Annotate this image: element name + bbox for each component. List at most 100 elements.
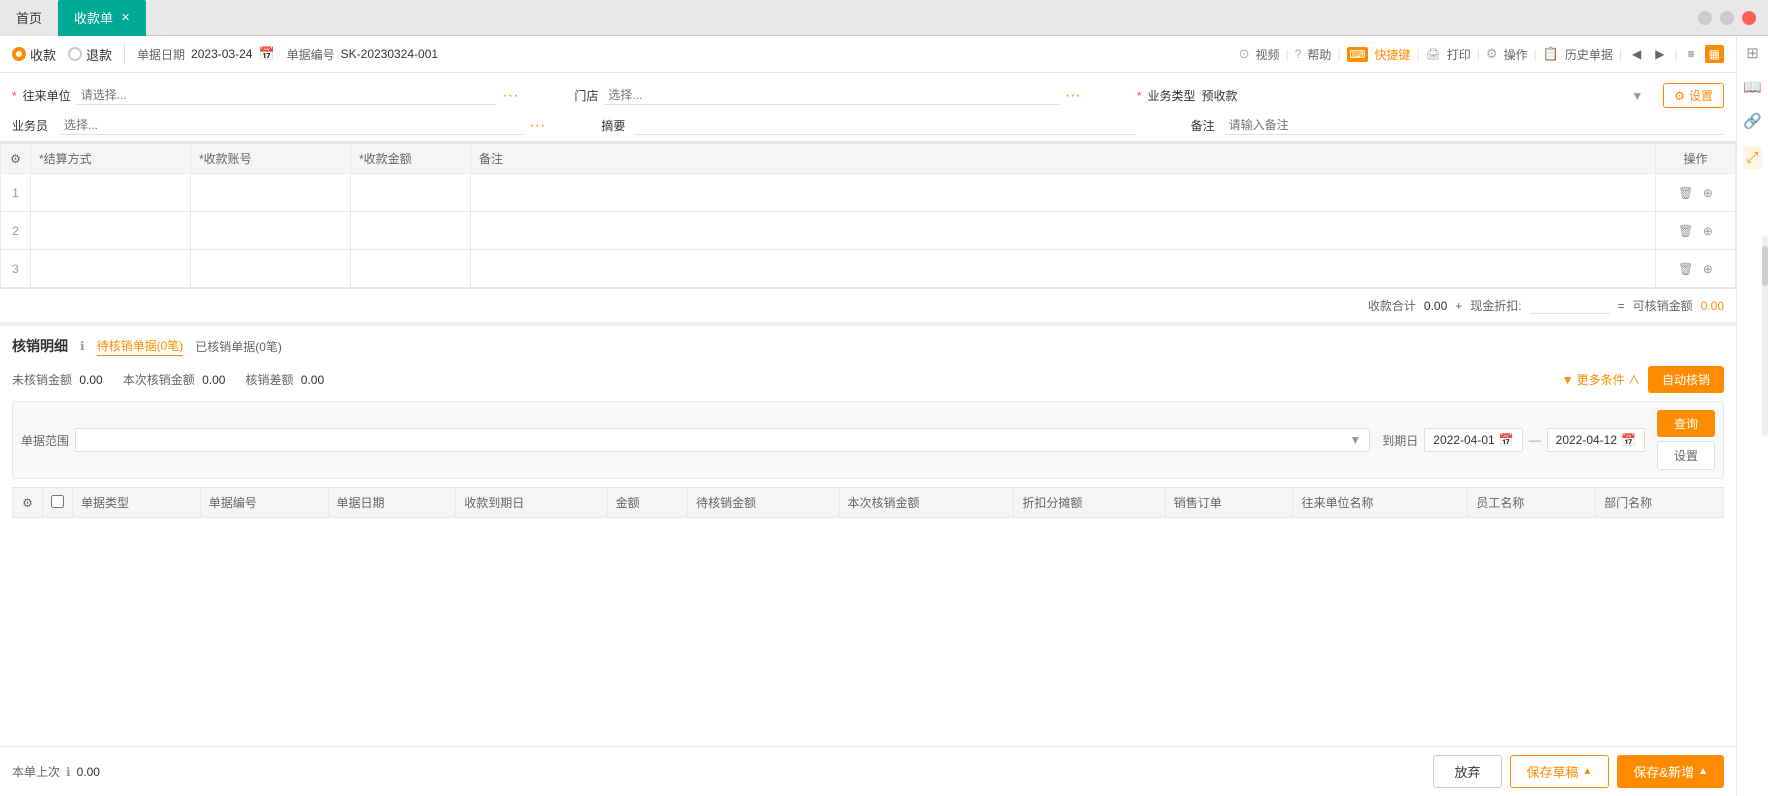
- filter-icon: ▼: [1562, 373, 1574, 387]
- vth-amount: 金额: [607, 488, 688, 518]
- save-draft-btn[interactable]: 保存草稿 ▲: [1510, 755, 1610, 788]
- draft-arrow: ▲: [1583, 766, 1593, 777]
- help-btn[interactable]: 帮助: [1307, 46, 1331, 63]
- auto-verify-btn[interactable]: 自动核销: [1648, 366, 1724, 393]
- summary-input[interactable]: [635, 116, 1134, 135]
- row-action-2: 🗑 ⊕: [1656, 212, 1736, 250]
- account-input-2[interactable]: [191, 212, 350, 249]
- row-amount-1[interactable]: [351, 174, 471, 212]
- staff-more-icon[interactable]: ···: [529, 117, 545, 135]
- row-settlement-3[interactable]: [31, 250, 191, 288]
- counterparty-label-text: 往来单位: [23, 87, 71, 104]
- amount-input-2[interactable]: [351, 212, 470, 249]
- ops-btn[interactable]: 操作: [1504, 46, 1528, 63]
- book-sidebar-icon[interactable]: 📖: [1743, 78, 1762, 96]
- win-close-btn[interactable]: [1742, 11, 1756, 25]
- radio-receipt[interactable]: 收款: [12, 45, 56, 64]
- more-conditions-btn[interactable]: ▼ 更多条件 ∧: [1562, 371, 1640, 388]
- nav-prev-btn[interactable]: ◀: [1628, 47, 1645, 61]
- vth-checkbox[interactable]: [43, 488, 73, 518]
- th-gear[interactable]: ⚙: [1, 144, 31, 174]
- divider-1: [124, 44, 125, 64]
- date-to[interactable]: 2022-04-12 📅: [1547, 428, 1645, 452]
- settlement-input-3[interactable]: [31, 250, 190, 287]
- th-amount: *收款金额: [351, 144, 471, 174]
- scroll-track[interactable]: [1762, 236, 1768, 436]
- win-min-btn[interactable]: [1698, 11, 1712, 25]
- business-required: *: [1137, 89, 1142, 103]
- verify-header: 核销明细 ℹ 待核销单据(0笔) 已核销单据(0笔): [12, 326, 1724, 362]
- session-info-icon[interactable]: ℹ: [66, 765, 71, 779]
- copy-icon-3[interactable]: ⊕: [1703, 262, 1713, 276]
- account-input-1[interactable]: [191, 174, 350, 211]
- amount-input-3[interactable]: [351, 250, 470, 287]
- tab-receipt[interactable]: 收款单 ✕: [58, 0, 146, 36]
- row-settlement-2[interactable]: [31, 212, 191, 250]
- counterparty-label: *: [12, 89, 17, 103]
- remark-input-3[interactable]: [471, 250, 1655, 287]
- verify-tab-pending[interactable]: 待核销单据(0笔): [97, 337, 184, 356]
- settlement-input-2[interactable]: [31, 212, 190, 249]
- store-input[interactable]: [604, 86, 1058, 105]
- delete-icon-3[interactable]: 🗑: [1678, 262, 1693, 276]
- row-amount-2[interactable]: [351, 212, 471, 250]
- select-all-checkbox[interactable]: [51, 495, 64, 508]
- table-sidebar-icon[interactable]: ⊞: [1746, 44, 1759, 62]
- print-btn[interactable]: 打印: [1447, 46, 1471, 63]
- row-remark-2[interactable]: [471, 212, 1656, 250]
- account-input-3[interactable]: [191, 250, 350, 287]
- link-sidebar-icon[interactable]: 🔗: [1743, 112, 1762, 130]
- video-btn[interactable]: 视频: [1256, 46, 1280, 63]
- row-settlement-1[interactable]: [31, 174, 191, 212]
- abandon-btn[interactable]: 放弃: [1433, 755, 1501, 788]
- expand-sidebar-icon[interactable]: ⤢: [1743, 146, 1761, 169]
- verify-info-icon[interactable]: ℹ: [80, 339, 85, 353]
- stats-row: 未核销金额 0.00 本次核销金额 0.00 核销差额 0.00 ▼ 更多条件 …: [12, 362, 1724, 401]
- remark-input-2[interactable]: [471, 212, 1655, 249]
- save-new-arrow: ▲: [1698, 766, 1708, 777]
- delete-icon-2[interactable]: 🗑: [1678, 224, 1693, 238]
- setting-btn2[interactable]: 设置: [1657, 441, 1715, 470]
- vth-gear[interactable]: ⚙: [13, 488, 43, 518]
- table-row: 3 🗑 ⊕: [1, 250, 1736, 288]
- counterparty-more-icon[interactable]: ···: [502, 87, 518, 105]
- setting-btn[interactable]: ⚙ 设置: [1663, 83, 1724, 108]
- amount-input-1[interactable]: [351, 174, 470, 211]
- row-account-3[interactable]: [191, 250, 351, 288]
- nav-next-btn[interactable]: ▶: [1651, 47, 1668, 61]
- row-remark-3[interactable]: [471, 250, 1656, 288]
- note-input[interactable]: [1225, 116, 1724, 135]
- copy-icon-1[interactable]: ⊕: [1703, 186, 1713, 200]
- discount-input[interactable]: [1530, 297, 1610, 314]
- help-icon: ?: [1295, 47, 1302, 61]
- shortcut-btn[interactable]: 快捷键: [1374, 46, 1410, 63]
- query-btn[interactable]: 查询: [1657, 410, 1715, 437]
- stats-right: ▼ 更多条件 ∧ 自动核销: [1562, 366, 1724, 393]
- store-more-icon[interactable]: ···: [1065, 87, 1081, 105]
- counterparty-input[interactable]: [77, 86, 497, 105]
- row-remark-1[interactable]: [471, 174, 1656, 212]
- win-max-btn[interactable]: [1720, 11, 1734, 25]
- range-select[interactable]: ▼: [75, 428, 1370, 452]
- verify-tab-done[interactable]: 已核销单据(0笔): [195, 338, 282, 355]
- view-list-btn[interactable]: ≡: [1684, 45, 1699, 63]
- row-num-2: 2: [1, 212, 31, 250]
- calendar-icon[interactable]: 📅: [258, 46, 274, 62]
- view-grid-btn[interactable]: ▦: [1705, 45, 1724, 63]
- date-from[interactable]: 2022-04-01 📅: [1424, 428, 1522, 452]
- business-arrow[interactable]: ▼: [1631, 89, 1643, 103]
- vth-doc-no: 单据编号: [200, 488, 328, 518]
- radio-refund[interactable]: 退款: [68, 45, 112, 64]
- delete-icon-1[interactable]: 🗑: [1678, 186, 1693, 200]
- row-account-1[interactable]: [191, 174, 351, 212]
- tab-home[interactable]: 首页: [0, 0, 58, 36]
- remark-input-1[interactable]: [471, 174, 1655, 211]
- row-amount-3[interactable]: [351, 250, 471, 288]
- close-tab-icon[interactable]: ✕: [121, 11, 130, 24]
- history-btn[interactable]: 历史单据: [1565, 46, 1613, 63]
- save-new-btn[interactable]: 保存&新增 ▲: [1617, 755, 1724, 788]
- copy-icon-2[interactable]: ⊕: [1703, 224, 1713, 238]
- settlement-input-1[interactable]: [31, 174, 190, 211]
- staff-input[interactable]: [60, 116, 523, 135]
- row-account-2[interactable]: [191, 212, 351, 250]
